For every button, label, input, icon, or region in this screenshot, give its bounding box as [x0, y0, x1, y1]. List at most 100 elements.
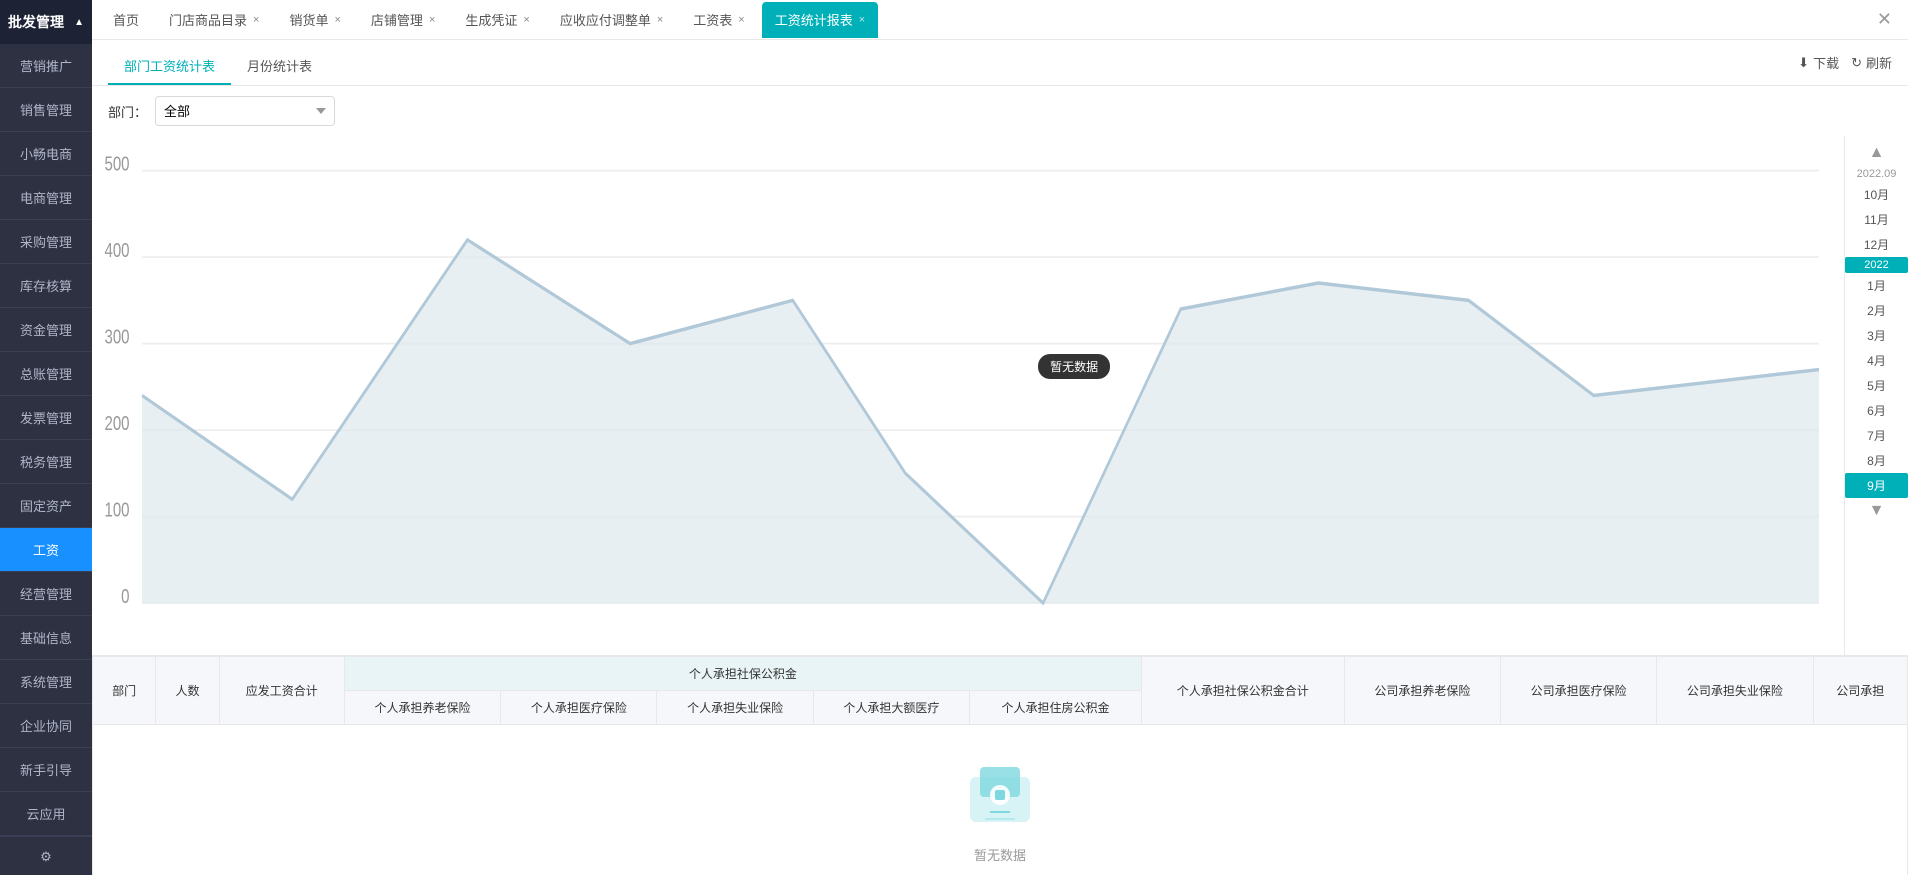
- timeline-month-8[interactable]: 8月: [1845, 448, 1908, 473]
- sidebar-item-inventory[interactable]: 库存核算: [0, 264, 92, 308]
- empty-state: 暂无数据: [105, 733, 1895, 875]
- sub-tab-dept-stats[interactable]: 部门工资统计表: [108, 48, 231, 85]
- timeline-month-12[interactable]: 12月: [1845, 232, 1908, 257]
- tab-close-store-mgmt[interactable]: ×: [429, 14, 435, 26]
- refresh-icon: ↻: [1851, 55, 1862, 71]
- col-personal-unemployment: 个人承担失业保险: [657, 691, 813, 725]
- sidebar-item-salary[interactable]: 工资: [0, 528, 92, 572]
- sidebar-item-ecommerce[interactable]: 电商管理: [0, 176, 92, 220]
- timeline-month-11[interactable]: 11月: [1845, 207, 1908, 232]
- tab-close-payable[interactable]: ×: [657, 14, 663, 26]
- tab-close-production[interactable]: ×: [523, 14, 529, 26]
- download-icon: ⬇: [1798, 55, 1809, 71]
- col-personal-total: 个人承担社保公积金合计: [1141, 657, 1344, 725]
- sidebar-item-cloud[interactable]: 云应用: [0, 792, 92, 836]
- chart-area: 500 400 300 200 100 0: [92, 136, 1908, 655]
- sidebar-top-label: 批发管理: [8, 12, 64, 32]
- empty-text: 暂无数据: [974, 845, 1026, 864]
- timeline-month-1[interactable]: 1月: [1845, 273, 1908, 298]
- timeline-down-nav[interactable]: ▼: [1865, 498, 1889, 524]
- timeline-month-10[interactable]: 10月: [1845, 182, 1908, 207]
- tab-salary-report[interactable]: 工资统计报表 ×: [762, 2, 878, 38]
- tab-close-sales-order[interactable]: ×: [334, 14, 340, 26]
- sub-tab-bar: 部门工资统计表 月份统计表 ⬇ 下载 ↻ 刷新: [92, 40, 1908, 86]
- tab-production[interactable]: 生成凭证 ×: [452, 2, 542, 38]
- col-company-unemployment: 公司承担失业保险: [1657, 657, 1813, 725]
- tab-salary-table[interactable]: 工资表 ×: [680, 2, 757, 38]
- timeline-panel: ▲ 2022.09 10月 11月 12月 2022 1月 2月 3月 4月 5…: [1844, 136, 1908, 655]
- tab-store-products[interactable]: 门店商品目录 ×: [156, 2, 272, 38]
- col-company-medical: 公司承担医疗保险: [1500, 657, 1656, 725]
- col-company-other: 公司承担: [1813, 657, 1907, 725]
- sidebar-item-guide[interactable]: 新手引导: [0, 748, 92, 792]
- sidebar-item-purchase[interactable]: 采购管理: [0, 220, 92, 264]
- timeline-month-4[interactable]: 4月: [1845, 348, 1908, 373]
- tab-payable[interactable]: 应收应付调整单 ×: [547, 2, 676, 38]
- sub-tabs-actions: ⬇ 下载 ↻ 刷新: [1798, 53, 1892, 80]
- timeline-month-9[interactable]: 9月: [1845, 473, 1908, 498]
- tab-sales-order[interactable]: 销货单 ×: [276, 2, 353, 38]
- salary-chart: 500 400 300 200 100 0: [92, 136, 1844, 655]
- tab-close-salary-report[interactable]: ×: [859, 14, 865, 26]
- col-count: 人数: [156, 657, 219, 725]
- timeline-month-6[interactable]: 6月: [1845, 398, 1908, 423]
- tab-store-mgmt[interactable]: 店铺管理 ×: [358, 2, 448, 38]
- timeline-month-7[interactable]: 7月: [1845, 423, 1908, 448]
- filter-row: 部门： 全部 销售部 技术部 行政部 财务部: [92, 86, 1908, 136]
- col-personal-large-medical: 个人承担大额医疗: [813, 691, 969, 725]
- refresh-button[interactable]: ↻ 刷新: [1851, 53, 1892, 72]
- col-company-pension: 公司承担养老保险: [1344, 657, 1500, 725]
- tab-bar: 首页 门店商品目录 × 销货单 × 店铺管理 × 生成凭证 × 应收应付调整单 …: [92, 0, 1908, 40]
- col-total-salary: 应发工资合计: [219, 657, 344, 725]
- chart-tooltip: 暂无数据: [1038, 354, 1110, 379]
- main-panel: 首页 门店商品目录 × 销货单 × 店铺管理 × 生成凭证 × 应收应付调整单 …: [92, 0, 1908, 875]
- sidebar-item-sales[interactable]: 销售管理: [0, 88, 92, 132]
- sidebar-arrow-icon: ▲: [74, 17, 84, 28]
- svg-text:400: 400: [104, 239, 129, 262]
- filter-label: 部门：: [108, 102, 147, 121]
- tab-close-store-products[interactable]: ×: [253, 14, 259, 26]
- sidebar-item-finance[interactable]: 资金管理: [0, 308, 92, 352]
- settings-button[interactable]: ⚙: [0, 836, 92, 875]
- sidebar-item-enterprise[interactable]: 企业协同: [0, 704, 92, 748]
- tab-close-salary-table[interactable]: ×: [738, 14, 744, 26]
- svg-text:500: 500: [104, 152, 129, 175]
- sidebar-item-accounting[interactable]: 总账管理: [0, 352, 92, 396]
- col-personal-pension: 个人承担养老保险: [344, 691, 500, 725]
- timeline-year-2023: 2022: [1845, 257, 1908, 273]
- svg-text:300: 300: [104, 325, 129, 348]
- download-button[interactable]: ⬇ 下载: [1798, 53, 1839, 72]
- empty-icon: [960, 757, 1040, 837]
- sidebar-item-marketing[interactable]: 营销推广: [0, 44, 92, 88]
- sidebar-item-tax[interactable]: 税务管理: [0, 440, 92, 484]
- timeline-up-nav[interactable]: ▲: [1865, 140, 1889, 166]
- tab-home[interactable]: 首页: [100, 2, 152, 38]
- col-personal-medical: 个人承担医疗保险: [501, 691, 657, 725]
- col-dept: 部门: [93, 657, 156, 725]
- close-all-tabs-button[interactable]: ✕: [1869, 9, 1900, 30]
- sidebar-item-ecommerce-small[interactable]: 小畅电商: [0, 132, 92, 176]
- salary-table: 部门 人数 应发工资合计 个人承担社保公积金 个人承担社保公积金合计 公司承担养…: [92, 656, 1908, 875]
- col-personal-housing: 个人承担住房公积金: [970, 691, 1142, 725]
- chart-container: 500 400 300 200 100 0: [92, 136, 1844, 655]
- sidebar-item-assets[interactable]: 固定资产: [0, 484, 92, 528]
- timeline-month-2[interactable]: 2月: [1845, 298, 1908, 323]
- content-area: 部门工资统计表 月份统计表 ⬇ 下载 ↻ 刷新 部门： 全: [92, 40, 1908, 875]
- sidebar-item-system[interactable]: 系统管理: [0, 660, 92, 704]
- sidebar-top[interactable]: 批发管理 ▲: [0, 0, 92, 44]
- sidebar-item-operations[interactable]: 经营管理: [0, 572, 92, 616]
- timeline-month-5[interactable]: 5月: [1845, 373, 1908, 398]
- sub-tab-month-stats[interactable]: 月份统计表: [231, 48, 328, 85]
- sub-tabs-left: 部门工资统计表 月份统计表: [108, 48, 328, 85]
- svg-text:100: 100: [104, 498, 129, 521]
- col-personal-social-group: 个人承担社保公积金: [344, 657, 1141, 691]
- svg-text:0: 0: [121, 585, 129, 608]
- department-select[interactable]: 全部 销售部 技术部 行政部 财务部: [155, 96, 335, 126]
- svg-text:200: 200: [104, 412, 129, 435]
- table-area[interactable]: 部门 人数 应发工资合计 个人承担社保公积金 个人承担社保公积金合计 公司承担养…: [92, 655, 1908, 875]
- sidebar: 批发管理 ▲ 营销推广 销售管理 小畅电商 电商管理 采购管理 库存核算 资金管…: [0, 0, 92, 875]
- timeline-year-label: 2022.09: [1845, 166, 1908, 182]
- timeline-month-3[interactable]: 3月: [1845, 323, 1908, 348]
- sidebar-item-base[interactable]: 基础信息: [0, 616, 92, 660]
- sidebar-item-invoice[interactable]: 发票管理: [0, 396, 92, 440]
